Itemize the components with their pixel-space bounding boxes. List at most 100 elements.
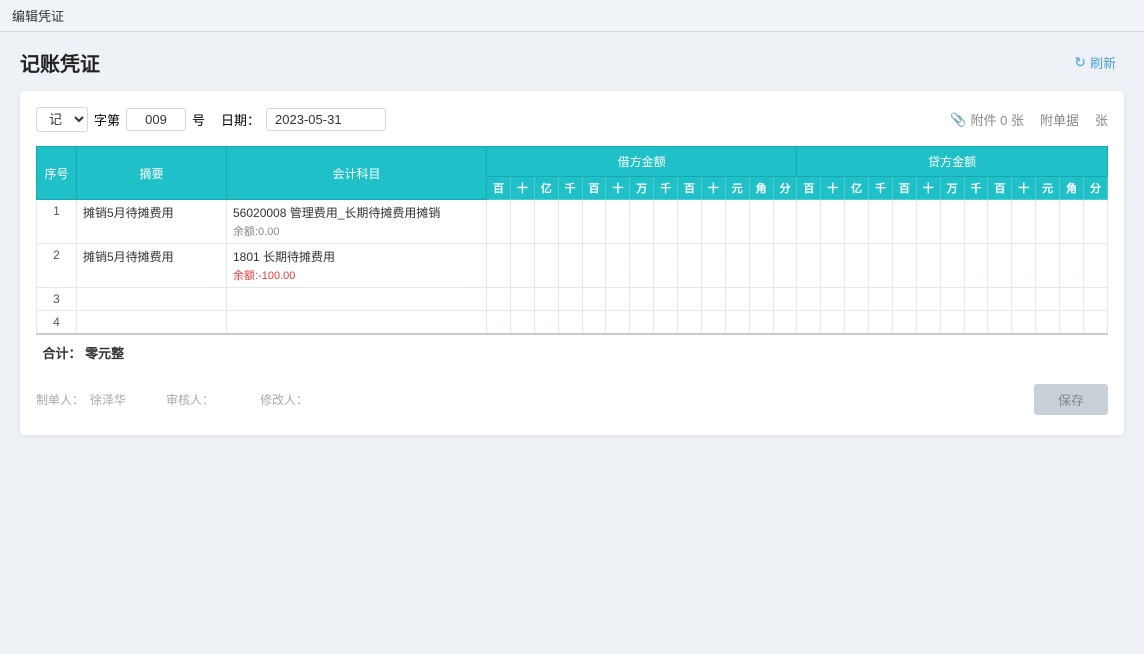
credit-cell-4[interactable] <box>869 288 893 311</box>
debit-cell-7[interactable] <box>630 244 654 288</box>
debit-cell-4[interactable] <box>558 311 582 335</box>
credit-cell-11[interactable] <box>1036 200 1060 244</box>
row-summary[interactable]: 摊销5月待摊费用 <box>77 200 227 244</box>
debit-cell-8[interactable] <box>654 311 678 335</box>
debit-cell-4[interactable] <box>558 288 582 311</box>
debit-cell-3[interactable] <box>534 244 558 288</box>
debit-cell-2[interactable] <box>510 288 534 311</box>
credit-cell-12[interactable] <box>1060 288 1084 311</box>
credit-cell-6[interactable] <box>916 200 940 244</box>
credit-cell-2[interactable] <box>821 288 845 311</box>
debit-cell-11[interactable] <box>725 311 749 335</box>
zi-number-input[interactable] <box>126 108 186 131</box>
debit-cell-13[interactable] <box>773 311 797 335</box>
credit-cell-1[interactable] <box>797 200 821 244</box>
debit-cell-2[interactable] <box>510 200 534 244</box>
credit-cell-11[interactable] <box>1036 288 1060 311</box>
save-button[interactable]: 保存 <box>1034 384 1108 415</box>
credit-cell-3[interactable] <box>845 311 869 335</box>
credit-cell-1[interactable] <box>797 288 821 311</box>
debit-cell-3[interactable] <box>534 200 558 244</box>
row-account[interactable]: 56020008 管理费用_长期待摊费用摊销余额:0.00 <box>227 200 487 244</box>
credit-cell-10[interactable] <box>1012 311 1036 335</box>
credit-cell-5[interactable] <box>892 244 916 288</box>
voucher-type-select[interactable]: 记 <box>36 107 88 132</box>
debit-cell-9[interactable] <box>678 200 702 244</box>
credit-cell-7[interactable] <box>940 311 964 335</box>
debit-cell-8[interactable] <box>654 288 678 311</box>
credit-cell-6[interactable] <box>916 311 940 335</box>
credit-cell-4[interactable] <box>869 244 893 288</box>
credit-cell-5[interactable] <box>892 200 916 244</box>
debit-cell-13[interactable] <box>773 200 797 244</box>
row-account[interactable] <box>227 311 487 335</box>
debit-cell-9[interactable] <box>678 244 702 288</box>
debit-cell-5[interactable] <box>582 244 606 288</box>
debit-cell-5[interactable] <box>582 200 606 244</box>
debit-cell-13[interactable] <box>773 288 797 311</box>
credit-cell-10[interactable] <box>1012 288 1036 311</box>
debit-cell-6[interactable] <box>606 244 630 288</box>
debit-cell-4[interactable] <box>558 244 582 288</box>
credit-cell-9[interactable] <box>988 200 1012 244</box>
debit-cell-3[interactable] <box>534 288 558 311</box>
credit-cell-8[interactable] <box>964 200 988 244</box>
credit-cell-13[interactable] <box>1083 244 1107 288</box>
credit-cell-8[interactable] <box>964 244 988 288</box>
credit-cell-2[interactable] <box>821 200 845 244</box>
debit-cell-3[interactable] <box>534 311 558 335</box>
credit-cell-12[interactable] <box>1060 200 1084 244</box>
debit-cell-5[interactable] <box>582 288 606 311</box>
credit-cell-7[interactable] <box>940 244 964 288</box>
credit-cell-10[interactable] <box>1012 244 1036 288</box>
debit-cell-2[interactable] <box>510 311 534 335</box>
credit-cell-9[interactable] <box>988 311 1012 335</box>
row-account[interactable] <box>227 288 487 311</box>
debit-cell-1[interactable] <box>487 288 511 311</box>
debit-cell-10[interactable] <box>701 288 725 311</box>
refresh-button[interactable]: ↻ 刷新 <box>1066 49 1124 76</box>
credit-cell-12[interactable] <box>1060 244 1084 288</box>
debit-cell-7[interactable] <box>630 200 654 244</box>
debit-cell-11[interactable] <box>725 200 749 244</box>
debit-cell-1[interactable] <box>487 200 511 244</box>
credit-cell-6[interactable] <box>916 244 940 288</box>
debit-cell-8[interactable] <box>654 244 678 288</box>
debit-cell-8[interactable] <box>654 200 678 244</box>
debit-cell-6[interactable] <box>606 288 630 311</box>
credit-cell-5[interactable] <box>892 288 916 311</box>
debit-cell-7[interactable] <box>630 311 654 335</box>
credit-cell-10[interactable] <box>1012 200 1036 244</box>
credit-cell-3[interactable] <box>845 244 869 288</box>
credit-cell-5[interactable] <box>892 311 916 335</box>
credit-cell-4[interactable] <box>869 200 893 244</box>
row-summary[interactable] <box>77 311 227 335</box>
debit-cell-11[interactable] <box>725 288 749 311</box>
credit-cell-1[interactable] <box>797 311 821 335</box>
row-summary[interactable] <box>77 288 227 311</box>
credit-cell-13[interactable] <box>1083 288 1107 311</box>
credit-cell-6[interactable] <box>916 288 940 311</box>
debit-cell-12[interactable] <box>749 311 773 335</box>
credit-cell-11[interactable] <box>1036 311 1060 335</box>
debit-cell-10[interactable] <box>701 311 725 335</box>
debit-cell-6[interactable] <box>606 311 630 335</box>
debit-cell-10[interactable] <box>701 200 725 244</box>
credit-cell-13[interactable] <box>1083 200 1107 244</box>
row-summary[interactable]: 摊销5月待摊费用 <box>77 244 227 288</box>
debit-cell-10[interactable] <box>701 244 725 288</box>
debit-cell-12[interactable] <box>749 288 773 311</box>
debit-cell-1[interactable] <box>487 244 511 288</box>
debit-cell-2[interactable] <box>510 244 534 288</box>
attachment-link[interactable]: 📎 附件 0 张 <box>950 110 1024 129</box>
credit-cell-4[interactable] <box>869 311 893 335</box>
row-account[interactable]: 1801 长期待摊费用余额:-100.00 <box>227 244 487 288</box>
credit-cell-8[interactable] <box>964 311 988 335</box>
credit-cell-9[interactable] <box>988 244 1012 288</box>
credit-cell-2[interactable] <box>821 244 845 288</box>
credit-cell-11[interactable] <box>1036 244 1060 288</box>
debit-cell-7[interactable] <box>630 288 654 311</box>
credit-cell-3[interactable] <box>845 288 869 311</box>
debit-cell-6[interactable] <box>606 200 630 244</box>
credit-cell-13[interactable] <box>1083 311 1107 335</box>
